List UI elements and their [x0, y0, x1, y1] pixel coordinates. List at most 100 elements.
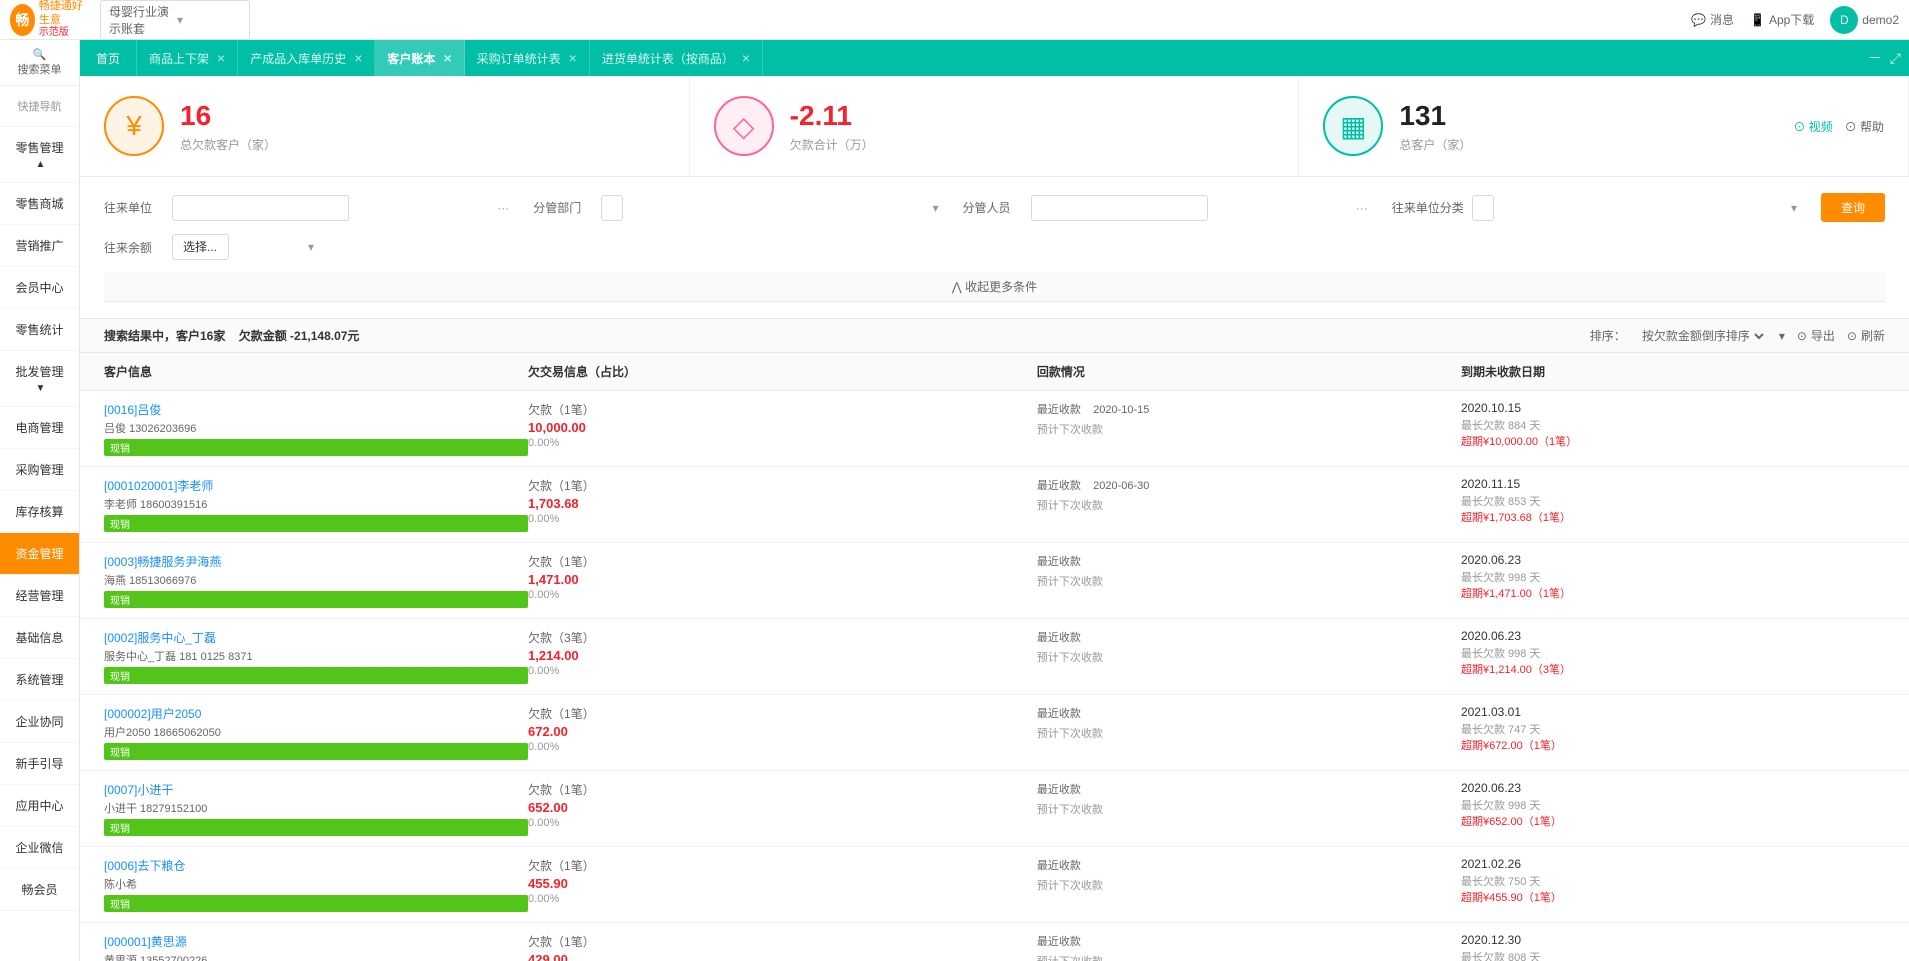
sidebar-item-inventory[interactable]: 库存核算 [0, 491, 79, 533]
filter-balance-select[interactable]: 选择... [172, 234, 229, 260]
tab-purchase-stats[interactable]: 采购订单统计表 × [465, 40, 590, 76]
debt-percent-3: 0.00% [528, 665, 1037, 677]
tab-products-off-close[interactable]: × [217, 50, 225, 66]
filter-area: 往来单位 ··· 分管部门 [80, 177, 1909, 319]
sidebar-item-batch-mgmt[interactable]: 批发管理 ▼ [0, 351, 79, 407]
tab-import-stats-close[interactable]: × [742, 50, 750, 66]
export-btn[interactable]: ⊙ 导出 [1797, 327, 1835, 344]
customer-name-4[interactable]: [000002]用户2050 [104, 705, 528, 722]
tab-customer-account-label: 客户账本 [387, 50, 435, 67]
expire-amount-3[interactable]: 超期¥1,214.00（3笔） [1461, 661, 1885, 677]
tab-product-history-label: 产成品入库单历史 [250, 50, 346, 67]
tab-customer-account[interactable]: 客户账本 × [375, 40, 464, 76]
filter-from-unit-input[interactable] [172, 195, 349, 221]
sidebar-item-ecom[interactable]: 电商管理 [0, 407, 79, 449]
expire-date-7: 2020.12.30 [1461, 933, 1885, 947]
sidebar-item-member[interactable]: 会员中心 [0, 267, 79, 309]
sidebar-item-member2[interactable]: 畅会员 [0, 869, 79, 911]
filter-label-unit-class: 往来单位分类 [1392, 199, 1464, 216]
cell-customer-3: [0002]服务中心_丁磊 服务中心_丁磊 181 0125 8371 现销 [104, 629, 528, 684]
expire-amount-4[interactable]: 超期¥672.00（1笔） [1461, 737, 1885, 753]
customer-name-1[interactable]: [0001020001]李老师 [104, 477, 528, 494]
sort-select[interactable]: 按欠款金额倒序排序 [1638, 328, 1767, 344]
sidebar-item-purchase[interactable]: 采购管理 [0, 449, 79, 491]
filter-from-unit-dots[interactable]: ··· [497, 201, 509, 215]
tab-products-off[interactable]: 商品上下架 × [137, 40, 238, 76]
expire-amount-0[interactable]: 超期¥10,000.00（1笔） [1461, 433, 1885, 449]
data-table: 客户信息 欠交易信息（占比） 回款情况 到期未收款日期 [0016]吕俊 吕俊 … [80, 353, 1909, 961]
tab-minimize-btn[interactable]: － [1868, 48, 1882, 68]
refresh-btn[interactable]: ⊙ 刷新 [1847, 327, 1885, 344]
sidebar-item-retail-mgmt[interactable]: 零售管理 ▲ [0, 127, 79, 183]
stat-icon-debt-total: ◇ [714, 96, 774, 156]
filter-group-dept: 分管部门 ▾ [533, 195, 946, 221]
sidebar-item-retail-store[interactable]: 零售商城 [0, 183, 79, 225]
customer-name-3[interactable]: [0002]服务中心_丁磊 [104, 629, 528, 646]
customer-badge-0: 现销 [104, 439, 528, 456]
filter-person-input[interactable] [1031, 195, 1208, 221]
stat-label-customers: 总客户（家） [1399, 136, 1471, 153]
filter-dept-select[interactable] [601, 195, 623, 221]
cell-return-6: 最近收款 预计下次收款 [1037, 857, 1461, 893]
expire-amount-5[interactable]: 超期¥652.00（1笔） [1461, 813, 1885, 829]
sidebar-item-guide[interactable]: 新手引导 [0, 743, 79, 785]
customer-name-0[interactable]: [0016]吕俊 [104, 401, 528, 418]
filter-label-from-unit: 往来单位 [104, 199, 164, 216]
page-content: ¥ 16 总欠款客户（家） ◇ -2.11 欠款合计（万） [80, 76, 1909, 961]
filter-dept-wrapper: ▾ [601, 195, 946, 221]
help-btn[interactable]: ⊙ 帮助 [1845, 118, 1884, 135]
tab-product-history[interactable]: 产成品入库单历史 × [238, 40, 375, 76]
stat-card-1-content: 16 总欠款客户（家） [180, 100, 276, 153]
expire-amount-1[interactable]: 超期¥1,703.68（1笔） [1461, 509, 1885, 525]
message-btn[interactable]: 💬 消息 [1691, 11, 1734, 28]
sidebar-item-ops[interactable]: 经营管理 [0, 575, 79, 617]
return-last-2: 最近收款 [1037, 553, 1461, 569]
sidebar-item-apps[interactable]: 应用中心 [0, 785, 79, 827]
sidebar-item-basic[interactable]: 基础信息 [0, 617, 79, 659]
store-selector[interactable]: 母婴行业演示账套 ▾ [100, 0, 250, 40]
tab-maximize-btn[interactable]: ⤢ [1890, 50, 1901, 67]
debt-count-6: 欠款（1笔） [528, 857, 1037, 874]
sidebar-item-finance[interactable]: 资金管理 [0, 533, 79, 575]
debt-amount-1: 1,703.68 [528, 496, 1037, 511]
tab-home[interactable]: 首页 [80, 40, 137, 76]
tab-import-stats-label: 进货单统计表（按商品） [602, 50, 734, 67]
stat-card-3-content: 131 总客户（家） [1399, 100, 1471, 153]
table-row: [0016]吕俊 吕俊 13026203696 现销 欠款（1笔） 10,000… [80, 391, 1909, 467]
customer-name-5[interactable]: [0007]小进干 [104, 781, 528, 798]
tab-purchase-stats-close[interactable]: × [569, 50, 577, 66]
sidebar-search[interactable]: 🔍 搜索菜单 [0, 40, 79, 86]
logo-text: 畅捷通好生意 示范版 [39, 0, 90, 38]
cell-debt-3: 欠款（3笔） 1,214.00 0.00% [528, 629, 1037, 677]
tab-bar-right: － ⤢ [1860, 40, 1909, 76]
sidebar-item-wechat[interactable]: 企业微信 [0, 827, 79, 869]
app-download-btn[interactable]: 📱 App下载 [1750, 11, 1814, 28]
sidebar-item-retail-stats[interactable]: 零售统计 [0, 309, 79, 351]
filter-person-dots[interactable]: ··· [1356, 201, 1368, 215]
search-button[interactable]: 查询 [1821, 193, 1885, 222]
tab-customer-account-close[interactable]: × [443, 50, 451, 66]
cell-expire-4: 2021.03.01 最长欠款 747 天 超期¥672.00（1笔） [1461, 705, 1885, 753]
tab-product-history-close[interactable]: × [354, 50, 362, 66]
customer-name-6[interactable]: [0006]去下粮仓 [104, 857, 528, 874]
sidebar-item-system[interactable]: 系统管理 [0, 659, 79, 701]
filter-unit-class-wrapper: ▾ [1472, 195, 1805, 221]
sidebar-item-corp[interactable]: 企业协同 [0, 701, 79, 743]
expire-amount-6[interactable]: 超期¥455.90（1笔） [1461, 889, 1885, 905]
filter-unit-class-select[interactable] [1472, 195, 1494, 221]
cell-expire-1: 2020.11.15 最长欠款 853 天 超期¥1,703.68（1笔） [1461, 477, 1885, 525]
customer-name-2[interactable]: [0003]畅捷服务尹海燕 [104, 553, 528, 570]
customer-name-7[interactable]: [000001]黄思源 [104, 933, 528, 950]
filter-group-from-unit: 往来单位 ··· [104, 195, 517, 221]
debt-amount-4: 672.00 [528, 724, 1037, 739]
sidebar-item-marketing[interactable]: 营销推广 [0, 225, 79, 267]
expire-amount-2[interactable]: 超期¥1,471.00（1笔） [1461, 585, 1885, 601]
filter-row-2: 往来余额 选择... ▾ [104, 234, 1885, 260]
collapse-filters-btn[interactable]: ⋀ 收起更多条件 [104, 272, 1885, 302]
user-area[interactable]: D demo2 [1830, 6, 1899, 34]
tab-import-stats[interactable]: 进货单统计表（按商品） × [590, 40, 763, 76]
customer-phone-5: 小进干 18279152100 [104, 800, 528, 816]
video-btn[interactable]: ⊙ 视频 [1793, 118, 1832, 135]
expire-days-6: 最长欠款 750 天 [1461, 873, 1885, 889]
stat-card-3-actions: ⊙ 视频 ⊙ 帮助 [1793, 118, 1884, 135]
